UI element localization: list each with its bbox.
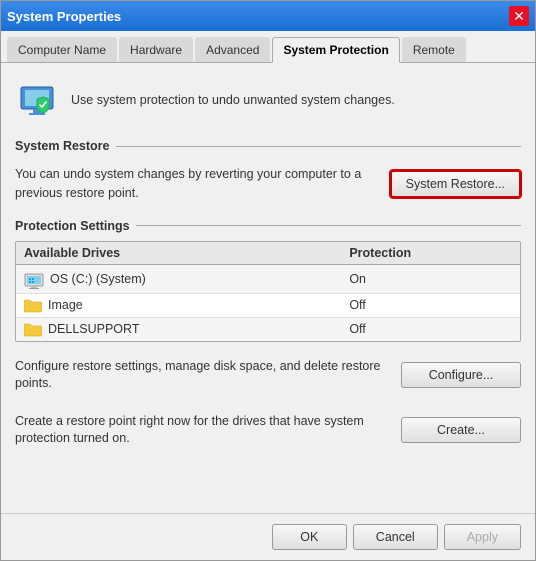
table-header: Available Drives Protection [16, 242, 520, 265]
bottom-buttons: OK Cancel Apply [1, 513, 535, 560]
drive-cell-os: OS (C:) (System) [24, 269, 349, 289]
drive-cell-image: Image [24, 298, 349, 313]
apply-button[interactable]: Apply [444, 524, 521, 550]
dellsupport-drive-name: DELLSUPPORT [48, 322, 139, 336]
tabs-container: Computer Name Hardware Advanced System P… [1, 31, 535, 63]
image-drive-name: Image [48, 298, 83, 312]
cancel-button[interactable]: Cancel [353, 524, 438, 550]
system-restore-title: System Restore [15, 139, 521, 153]
create-description: Create a restore point right now for the… [15, 413, 391, 448]
configure-description: Configure restore settings, manage disk … [15, 358, 391, 393]
system-restore-description: You can undo system changes by reverting… [15, 165, 380, 203]
header-description: Use system protection to undo unwanted s… [71, 92, 395, 110]
os-drive-icon [24, 269, 44, 289]
protection-settings-section: Protection Settings Available Drives Pro… [15, 219, 521, 342]
protection-settings-title: Protection Settings [15, 219, 521, 233]
shield-icon [15, 79, 59, 123]
col-header-drive: Available Drives [24, 246, 349, 260]
os-drive-name: OS (C:) (System) [50, 272, 146, 286]
tab-system-protection[interactable]: System Protection [272, 37, 399, 63]
system-properties-window: System Properties ✕ Computer Name Hardwa… [0, 0, 536, 561]
protection-table: Available Drives Protection [15, 241, 521, 342]
table-row[interactable]: OS (C:) (System) On [16, 265, 520, 294]
folder-icon-image [24, 298, 42, 313]
table-row[interactable]: DELLSUPPORT Off [16, 318, 520, 341]
table-row[interactable]: Image Off [16, 294, 520, 318]
tab-advanced[interactable]: Advanced [195, 37, 270, 62]
ok-button[interactable]: OK [272, 524, 347, 550]
tab-remote[interactable]: Remote [402, 37, 466, 62]
image-protection-status: Off [349, 298, 512, 312]
close-button[interactable]: ✕ [509, 6, 529, 26]
configure-button[interactable]: Configure... [401, 362, 521, 388]
tab-content: Use system protection to undo unwanted s… [1, 63, 535, 513]
os-protection-status: On [349, 272, 512, 286]
drive-cell-dellsupport: DELLSUPPORT [24, 322, 349, 337]
title-bar: System Properties ✕ [1, 1, 535, 31]
configure-row: Configure restore settings, manage disk … [15, 354, 521, 397]
tab-hardware[interactable]: Hardware [119, 37, 193, 62]
window-title: System Properties [7, 9, 121, 24]
folder-icon-dellsupport [24, 322, 42, 337]
dellsupport-protection-status: Off [349, 322, 512, 336]
tab-computer-name[interactable]: Computer Name [7, 37, 117, 62]
create-row: Create a restore point right now for the… [15, 409, 521, 452]
system-restore-button[interactable]: System Restore... [390, 170, 521, 198]
col-header-protection: Protection [349, 246, 512, 260]
create-button[interactable]: Create... [401, 417, 521, 443]
system-restore-row: You can undo system changes by reverting… [15, 161, 521, 207]
header-section: Use system protection to undo unwanted s… [15, 75, 521, 127]
system-restore-section: System Restore You can undo system chang… [15, 139, 521, 207]
